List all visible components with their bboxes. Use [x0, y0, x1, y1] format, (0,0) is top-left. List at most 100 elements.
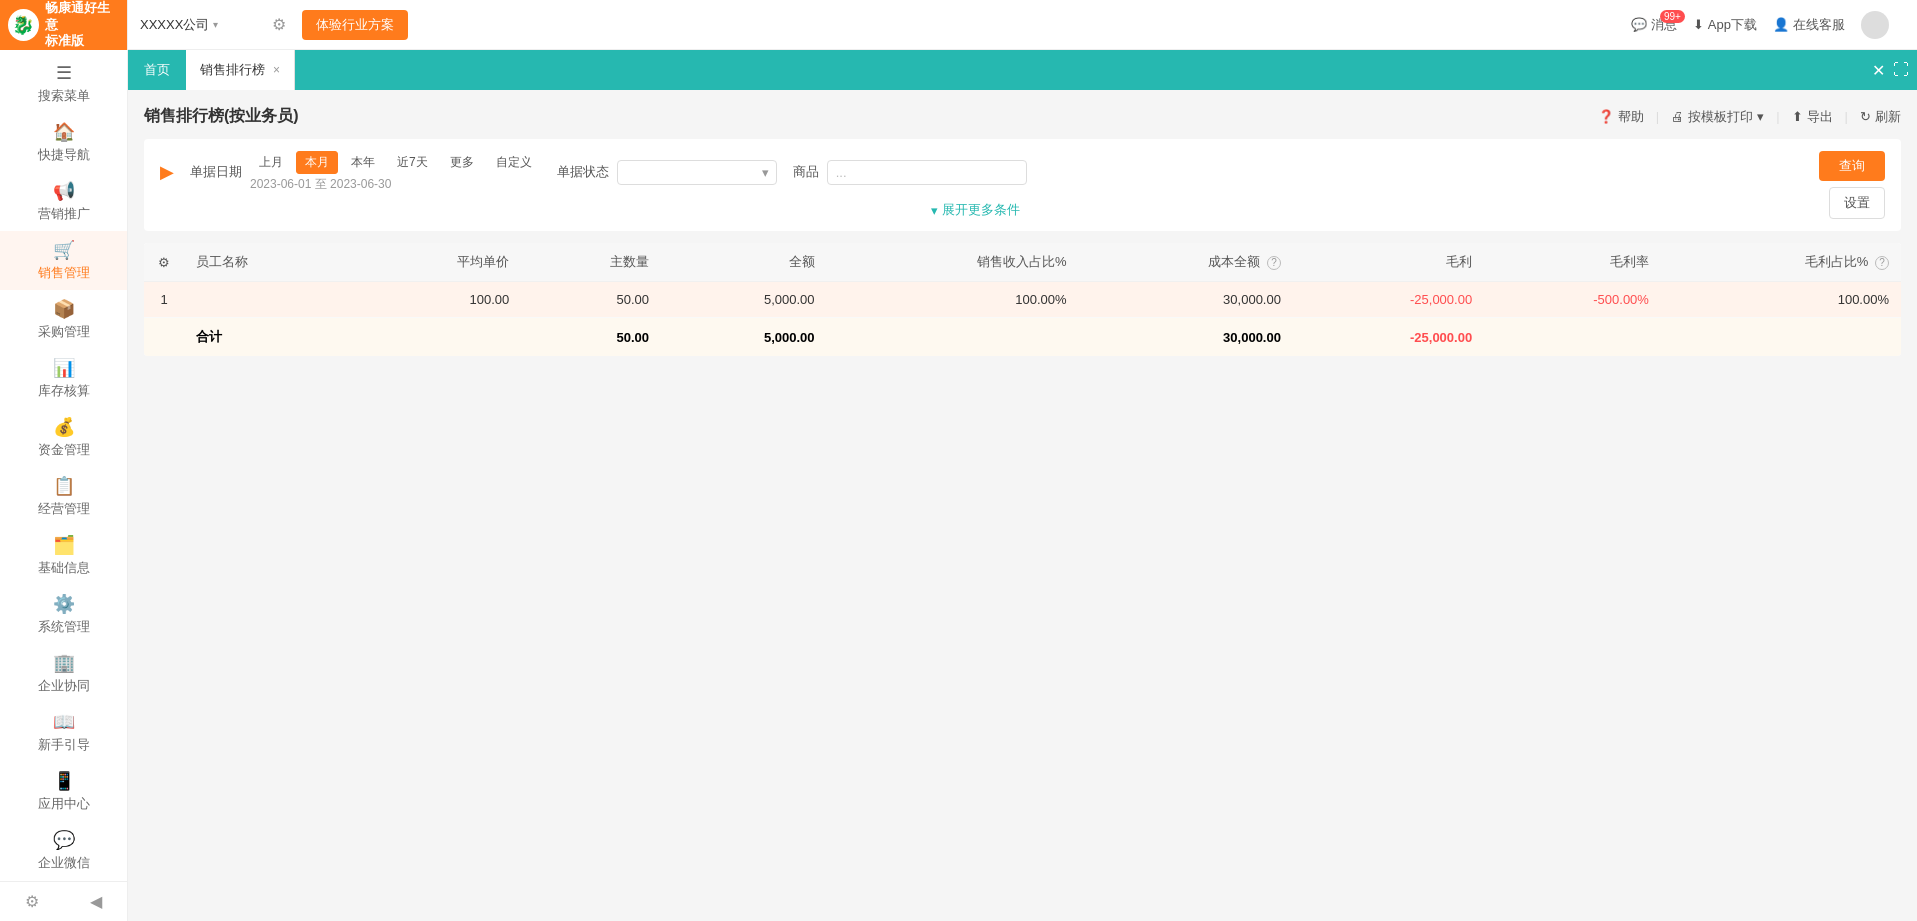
- date-options: 上月 本月 本年 近7天 更多 自定义 2023-06-01 至 2023-06…: [250, 151, 541, 193]
- sidebar-item-purchase[interactable]: 📦采购管理: [0, 290, 127, 349]
- date-btn-more[interactable]: 更多: [441, 151, 483, 174]
- sidebar-label-system: 系统管理: [38, 618, 90, 636]
- tabbar: 首页 销售排行榜 × ✕ ⛶: [128, 50, 1917, 90]
- status-select-wrap: [617, 160, 777, 185]
- query-btn[interactable]: 查询: [1819, 151, 1885, 181]
- sidebar-label-inventory: 库存核算: [38, 382, 90, 400]
- sidebar-bottom: ⚙ ◀: [0, 881, 127, 921]
- enterprise-icon: 🏢: [53, 652, 75, 674]
- sidebar-label-sales: 销售管理: [38, 264, 90, 282]
- status-filter: 单据状态: [557, 160, 777, 185]
- collapse-icon[interactable]: ◀: [90, 892, 102, 911]
- date-btn-this-year[interactable]: 本年: [342, 151, 384, 174]
- message-btn[interactable]: 💬 消息 99+: [1631, 16, 1677, 34]
- template-print-btn[interactable]: 🖨 按模板打印 ▾: [1671, 108, 1764, 126]
- data-table: ⚙ 员工名称 平均单价 主数量 全额 销售收入占比% 成本全额 ? 毛利 毛利率…: [144, 243, 1901, 356]
- footer-qty: 50.00: [521, 318, 661, 357]
- refresh-btn[interactable]: ↻ 刷新: [1860, 108, 1901, 126]
- sidebar-item-marketing[interactable]: 📢营销推广: [0, 172, 127, 231]
- col-cost: 成本全额 ?: [1079, 243, 1293, 282]
- collapse-filter-icon[interactable]: ▶: [160, 161, 174, 183]
- online-service-btn[interactable]: 👤 在线客服: [1773, 16, 1845, 34]
- tab-close-icon[interactable]: ×: [273, 63, 280, 77]
- sidebar-label-marketing: 营销推广: [38, 205, 90, 223]
- sidebar-label-enterprise: 企业协同: [38, 677, 90, 695]
- table-footer: 合计 50.00 5,000.00 30,000.00 -25,000.00: [144, 318, 1901, 357]
- status-label: 单据状态: [557, 163, 609, 181]
- search-icon: ☰: [56, 62, 72, 84]
- wechat-icon: 💬: [53, 829, 75, 851]
- avatar[interactable]: [1861, 11, 1889, 39]
- goods-label: 商品: [793, 163, 819, 181]
- page-content: 销售排行榜(按业务员) ❓ 帮助 | 🖨 按模板打印 ▾ | ⬆ 导出 |: [128, 90, 1917, 921]
- footer-label: 合计: [184, 318, 353, 357]
- sidebar-item-apps[interactable]: 📱应用中心: [0, 762, 127, 821]
- date-btn-this-month[interactable]: 本月: [296, 151, 338, 174]
- message-icon: 💬: [1631, 17, 1647, 32]
- filter-dates: 上月 本月 本年 近7天 更多 自定义: [250, 151, 541, 174]
- sidebar-item-operation[interactable]: 📋 经营管理: [0, 467, 127, 526]
- topbar: XXXXX公司 ▾ ⚙ 体验行业方案 💬 消息 99+ ⬇ App下载 👤 在线…: [128, 0, 1917, 50]
- date-range: 2023-06-01 至 2023-06-30: [250, 176, 541, 193]
- sidebar-label-basic: 基础信息: [38, 559, 90, 577]
- settings-btn[interactable]: 设置: [1829, 187, 1885, 219]
- table-row: 1 100.00 50.00 5,000.00 100.00% 30,000.0…: [144, 282, 1901, 318]
- logo-icon: 🐉: [8, 9, 39, 41]
- footer-sales-pct: [827, 318, 1079, 357]
- system-icon: ⚙️: [53, 593, 75, 615]
- topbar-settings-icon[interactable]: ⚙: [272, 15, 286, 34]
- cell-amount: 5,000.00: [661, 282, 827, 318]
- experience-btn[interactable]: 体验行业方案: [302, 10, 408, 40]
- col-settings: ⚙: [144, 243, 184, 282]
- restore-icon[interactable]: ⛶: [1893, 61, 1909, 79]
- topbar-right: 💬 消息 99+ ⬇ App下载 👤 在线客服: [1631, 11, 1905, 39]
- operation-icon: 📋: [53, 475, 75, 497]
- col-sales-pct: 销售收入占比%: [827, 243, 1079, 282]
- date-btn-7days[interactable]: 近7天: [388, 151, 437, 174]
- tab-sales-ranking[interactable]: 销售排行榜 ×: [186, 50, 295, 90]
- service-icon: 👤: [1773, 17, 1789, 32]
- sidebar-item-enterprise[interactable]: 🏢 企业协同: [0, 644, 127, 703]
- date-btn-custom[interactable]: 自定义: [487, 151, 541, 174]
- tabbar-right: ✕ ⛶: [1872, 61, 1917, 80]
- sidebar-item-search[interactable]: ☰ 搜索菜单: [0, 54, 127, 113]
- footer-gross: -25,000.00: [1293, 318, 1484, 357]
- sidebar-item-inventory[interactable]: 📊 库存核算: [0, 349, 127, 408]
- sidebar-label-finance: 资金管理: [38, 441, 90, 459]
- status-select[interactable]: [617, 160, 777, 185]
- cell-sales-pct: 100.00%: [827, 282, 1079, 318]
- tab-home[interactable]: 首页: [128, 50, 186, 90]
- help-btn[interactable]: ❓ 帮助: [1598, 108, 1644, 126]
- date-btn-last-month[interactable]: 上月: [250, 151, 292, 174]
- sidebar-item-guide[interactable]: 📖新手引导: [0, 703, 127, 762]
- gross-pct-info-icon[interactable]: ?: [1875, 256, 1889, 270]
- sidebar-item-sales[interactable]: 🛒销售管理: [0, 231, 127, 290]
- sidebar-item-basic[interactable]: 🗂️ 基础信息: [0, 526, 127, 585]
- col-gross-rate: 毛利率: [1484, 243, 1661, 282]
- company-name: XXXXX公司: [140, 16, 209, 34]
- company-dropdown-arrow: ▾: [213, 19, 218, 30]
- sidebar-label-shortcut: 快捷导航: [38, 146, 90, 164]
- main-content: XXXXX公司 ▾ ⚙ 体验行业方案 💬 消息 99+ ⬇ App下载 👤 在线…: [128, 0, 1917, 921]
- basic-icon: 🗂️: [53, 534, 75, 556]
- sidebar-item-wechat[interactable]: 💬企业微信: [0, 821, 127, 880]
- goods-input[interactable]: ...: [827, 160, 1027, 185]
- sidebar-label-operation: 经营管理: [38, 500, 90, 518]
- more-filters-row: ▾ 展开更多条件: [160, 201, 1791, 219]
- app-download-btn[interactable]: ⬇ App下载: [1693, 16, 1757, 34]
- expand-filters-btn[interactable]: ▾ 展开更多条件: [931, 201, 1020, 219]
- close-window-icon[interactable]: ✕: [1872, 61, 1885, 80]
- sidebar-item-system[interactable]: ⚙️ 系统管理: [0, 585, 127, 644]
- sidebar-label-search: 搜索菜单: [38, 87, 90, 105]
- cell-avg-price: 100.00: [353, 282, 522, 318]
- goods-placeholder: ...: [836, 165, 847, 180]
- export-btn[interactable]: ⬆ 导出: [1792, 108, 1833, 126]
- sidebar-item-finance[interactable]: 💰资金管理: [0, 408, 127, 467]
- sidebar-label-purchase: 采购管理: [38, 323, 90, 341]
- company-selector[interactable]: XXXXX公司 ▾: [140, 16, 260, 34]
- cost-info-icon[interactable]: ?: [1267, 256, 1281, 270]
- inventory-icon: 📊: [53, 357, 75, 379]
- settings-icon[interactable]: ⚙: [25, 892, 39, 911]
- help-icon: ❓: [1598, 109, 1614, 124]
- sidebar-item-shortcut[interactable]: 🏠快捷导航: [0, 113, 127, 172]
